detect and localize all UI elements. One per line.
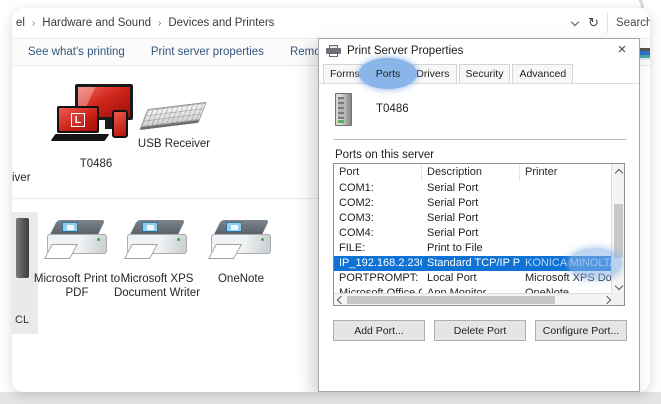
cell-port: FILE: <box>339 242 366 254</box>
toolbar-link[interactable]: See what's printing <box>28 46 125 58</box>
screenshot-stage: el › Hardware and Sound › Devices and Printe… <box>0 0 661 404</box>
dialog-buttons: Add Port... Delete Port Configure Port... <box>333 320 627 341</box>
scroll-up-arrow[interactable] <box>612 164 624 179</box>
ports-section-label: Ports on this server <box>335 149 435 161</box>
divider <box>607 13 608 33</box>
printer-tile[interactable]: OneNote <box>196 218 286 286</box>
cell-description: Serial Port <box>427 182 479 194</box>
cell-printer <box>520 181 611 196</box>
port-row[interactable]: FILE: Print to File <box>334 241 611 256</box>
printer-label: OneNote <box>217 273 265 285</box>
port-row[interactable]: COM4: Serial Port <box>334 226 611 241</box>
horizontal-scrollbar[interactable] <box>334 293 613 305</box>
keyboard-icon <box>139 101 207 131</box>
dialog-title: Print Server Properties <box>347 45 464 57</box>
dialog-titlebar[interactable]: Print Server Properties × <box>319 39 639 63</box>
column-header[interactable]: Port <box>334 164 422 181</box>
delete-port-button[interactable]: Delete Port <box>434 320 526 341</box>
server-name: T0486 <box>376 103 409 115</box>
printer-label: Microsoft Print to PDF <box>33 273 121 299</box>
background-strip <box>0 392 661 404</box>
column-header[interactable]: Printer <box>520 164 624 181</box>
cell-description: Serial Port <box>427 212 479 224</box>
partial-printer-label: CL <box>15 314 30 326</box>
printer-icon <box>208 218 273 266</box>
highlight-circle-annotation <box>568 248 622 279</box>
cell-printer <box>520 196 611 211</box>
port-row[interactable]: COM3: Serial Port <box>334 211 611 226</box>
cell-printer <box>520 226 611 241</box>
tab-security[interactable]: Security <box>458 64 511 83</box>
printer-icon <box>326 45 341 57</box>
breadcrumb-separator: › <box>31 17 36 29</box>
port-row[interactable]: COM2: Serial Port <box>334 196 611 211</box>
device-label: USB Receiver <box>137 138 211 150</box>
laptop-shape: L <box>50 106 110 141</box>
devices-and-printers-window: el › Hardware and Sound › Devices and Printe… <box>12 8 650 392</box>
cell-port: COM1: <box>339 182 374 194</box>
printer-tile[interactable]: Microsoft XPS Document Writer <box>112 218 202 300</box>
server-tower-icon <box>335 93 352 126</box>
separator-line <box>334 139 626 140</box>
outer-frame-corner <box>572 0 644 8</box>
scrollbar-corner <box>611 293 624 305</box>
configure-port-button[interactable]: Configure Port... <box>535 320 627 341</box>
close-icon[interactable]: × <box>611 40 633 60</box>
cell-port: IP_192.168.2.236 <box>339 257 422 269</box>
cell-port: COM3: <box>339 212 374 224</box>
address-bar-right: ↻ Search <box>570 8 650 38</box>
breadcrumb-item[interactable]: Devices and Printers <box>168 17 274 29</box>
breadcrumb: el › Hardware and Sound › Devices and Printe… <box>12 17 274 29</box>
dialog-tab-bar: Forms Ports Drivers Security Advanced <box>319 58 639 89</box>
printer-tile[interactable]: Microsoft Print to PDF <box>32 218 122 300</box>
printer-label: Microsoft XPS Document Writer <box>113 273 201 299</box>
cell-description: Standard TCP/IP Port <box>427 257 520 269</box>
cell-description: Serial Port <box>427 197 479 209</box>
cell-description: Local Port <box>427 272 477 284</box>
port-row[interactable]: COM1: Serial Port <box>334 181 611 196</box>
ports-listbox[interactable]: Port Description Printer COM1: Serial Port C… <box>333 163 625 306</box>
ports-highlight-annotation <box>358 58 418 89</box>
tab-advanced[interactable]: Advanced <box>512 64 574 83</box>
cell-port: COM2: <box>339 197 374 209</box>
breadcrumb-item[interactable]: el <box>16 17 25 29</box>
breadcrumb-item[interactable]: Hardware and Sound <box>42 17 151 29</box>
port-row[interactable]: PORTPROMPT:Local PortMicrosoft XPS Docum… <box>334 271 611 286</box>
vertical-scroll-thumb[interactable] <box>614 204 623 258</box>
search-input[interactable]: Search <box>616 17 650 29</box>
chevron-down-icon[interactable] <box>570 17 580 26</box>
cell-printer <box>520 211 611 226</box>
tab-ports[interactable]: Ports <box>358 58 418 89</box>
refresh-icon[interactable]: ↻ <box>588 15 599 31</box>
cell-port: COM4: <box>339 227 374 239</box>
address-bar: el › Hardware and Sound › Devices and Printe… <box>12 8 650 38</box>
list-header: Port Description Printer <box>334 164 624 181</box>
horizontal-scroll-thumb[interactable] <box>347 296 555 304</box>
cell-description: Serial Port <box>427 227 479 239</box>
vertical-scrollbar[interactable] <box>611 164 624 295</box>
scroll-left-arrow[interactable] <box>334 294 347 305</box>
section-divider <box>12 198 318 199</box>
list-rows: COM1: Serial Port COM2: Serial Port COM3: Ser… <box>334 181 611 295</box>
printer-icon <box>124 218 189 266</box>
brand-badge: L <box>71 112 85 127</box>
add-port-button[interactable]: Add Port... <box>333 320 425 341</box>
device-label: T0486 <box>79 158 113 170</box>
column-header[interactable]: Description <box>422 164 520 181</box>
printer-tower-icon <box>16 218 29 278</box>
partial-device-label: iver <box>12 172 31 184</box>
toolbar-link[interactable]: Print server properties <box>151 46 264 58</box>
printer-icon <box>44 218 109 266</box>
device-tile-usb-receiver[interactable]: USB Receiver <box>124 90 224 151</box>
print-server-properties-dialog: Print Server Properties × Forms Ports Driv… <box>318 38 640 392</box>
cell-port: PORTPROMPT: <box>339 272 419 284</box>
cell-description: Print to File <box>427 242 483 254</box>
breadcrumb-separator: › <box>157 17 162 29</box>
